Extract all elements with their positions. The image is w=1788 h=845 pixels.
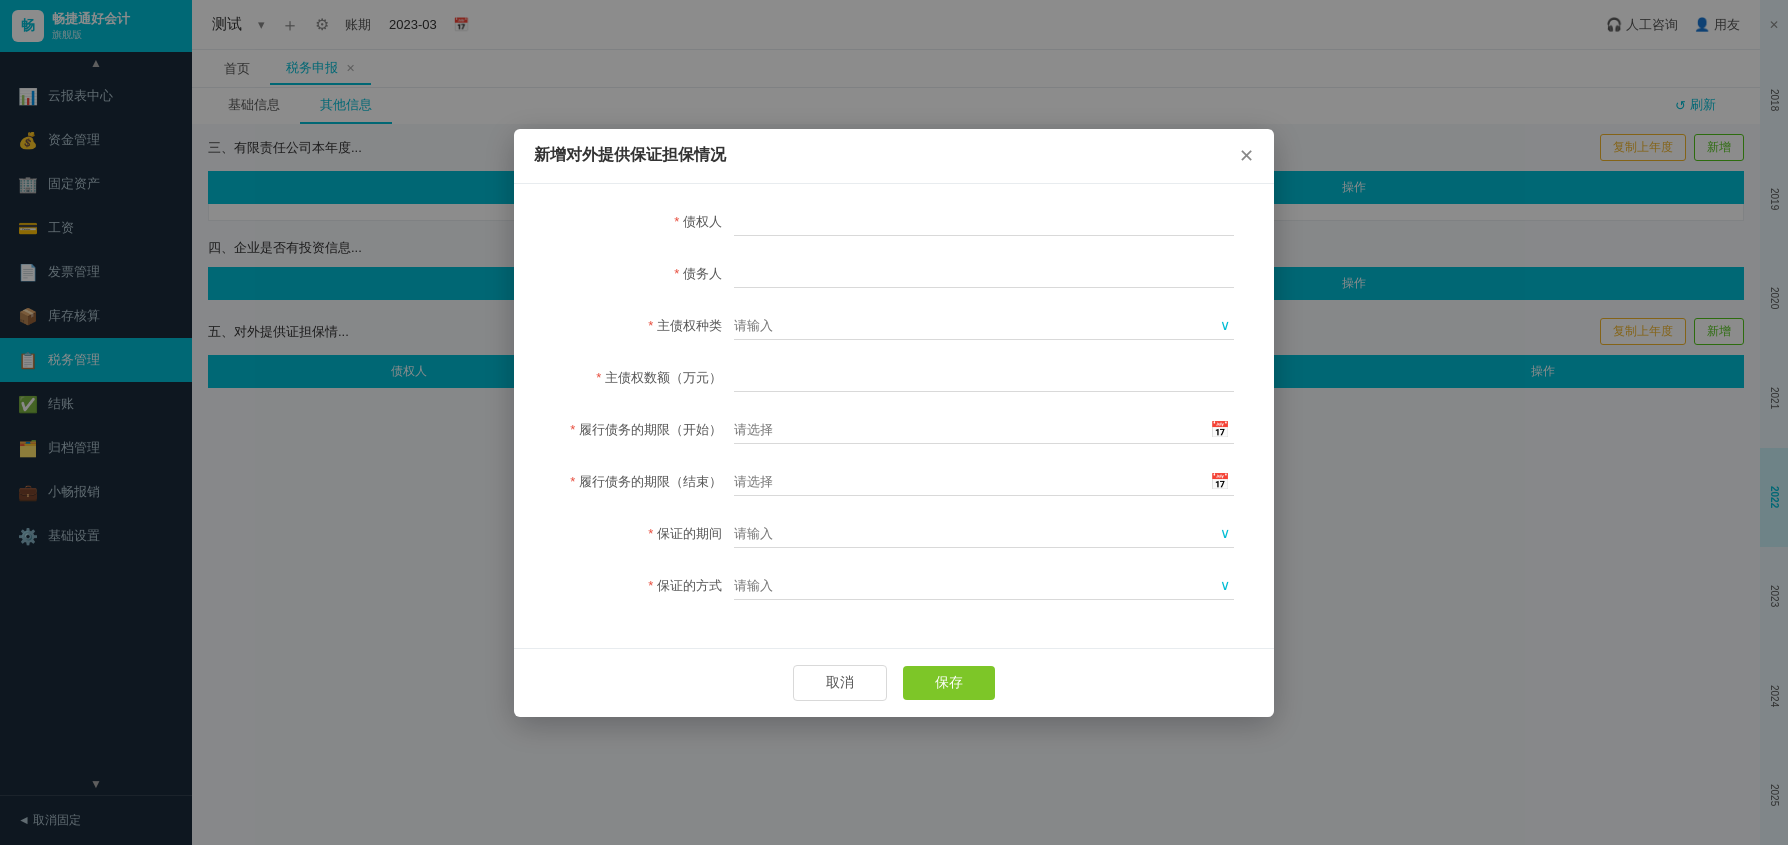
label-debtor: * 债务人 [554,265,734,283]
dialog-title: 新增对外提供保证担保情况 [534,145,726,166]
select-guarantee-method-wrap: ∨ [734,572,1234,600]
cancel-button[interactable]: 取消 [793,665,887,701]
form-row-claim-amount: * 主债权数额（万元） [554,364,1234,392]
input-creditor[interactable] [734,208,1234,236]
guarantee-period-chevron-icon[interactable]: ∨ [1220,525,1234,541]
form-row-debtor: * 债务人 [554,260,1234,288]
input-guarantee-method[interactable] [734,572,1220,599]
form-row-creditor: * 债权人 [554,208,1234,236]
save-button[interactable]: 保存 [903,666,995,700]
form-row-period-start: * 履行债务的期限（开始） 📅 [554,416,1234,444]
label-period-end: * 履行债务的期限（结束） [554,473,734,491]
label-claim-amount: * 主债权数额（万元） [554,369,734,387]
label-creditor: * 债权人 [554,213,734,231]
date-period-end-wrap: 📅 [734,468,1234,496]
label-period-start: * 履行债务的期限（开始） [554,421,734,439]
select-guarantee-period-wrap: ∨ [734,520,1234,548]
label-guarantee-period: * 保证的期间 [554,525,734,543]
input-period-end[interactable] [734,468,1210,495]
label-guarantee-method: * 保证的方式 [554,577,734,595]
form-row-period-end: * 履行债务的期限（结束） 📅 [554,468,1234,496]
input-claim-amount[interactable] [734,364,1234,392]
guarantee-method-chevron-icon[interactable]: ∨ [1220,577,1234,593]
form-row-guarantee-method: * 保证的方式 ∨ [554,572,1234,600]
input-guarantee-period[interactable] [734,520,1220,547]
form-row-claim-type: * 主债权种类 ∨ [554,312,1234,340]
dialog: 新增对外提供保证担保情况 ✕ * 债权人 * 债务人 [514,129,1274,717]
dialog-close-button[interactable]: ✕ [1239,145,1254,167]
date-period-start-wrap: 📅 [734,416,1234,444]
dialog-body: * 债权人 * 债务人 * 主债权种类 [514,184,1274,648]
input-debtor[interactable] [734,260,1234,288]
modal-overlay: 新增对外提供保证担保情况 ✕ * 债权人 * 债务人 [0,0,1788,845]
dialog-footer: 取消 保存 [514,648,1274,717]
input-claim-type[interactable] [734,312,1220,339]
input-period-start[interactable] [734,416,1210,443]
select-claim-type-wrap: ∨ [734,312,1234,340]
dialog-header: 新增对外提供保证担保情况 ✕ [514,129,1274,184]
form-row-guarantee-period: * 保证的期间 ∨ [554,520,1234,548]
calendar-end-icon[interactable]: 📅 [1210,472,1234,491]
claim-type-chevron-icon[interactable]: ∨ [1220,317,1234,333]
label-claim-type: * 主债权种类 [554,317,734,335]
calendar-start-icon[interactable]: 📅 [1210,420,1234,439]
